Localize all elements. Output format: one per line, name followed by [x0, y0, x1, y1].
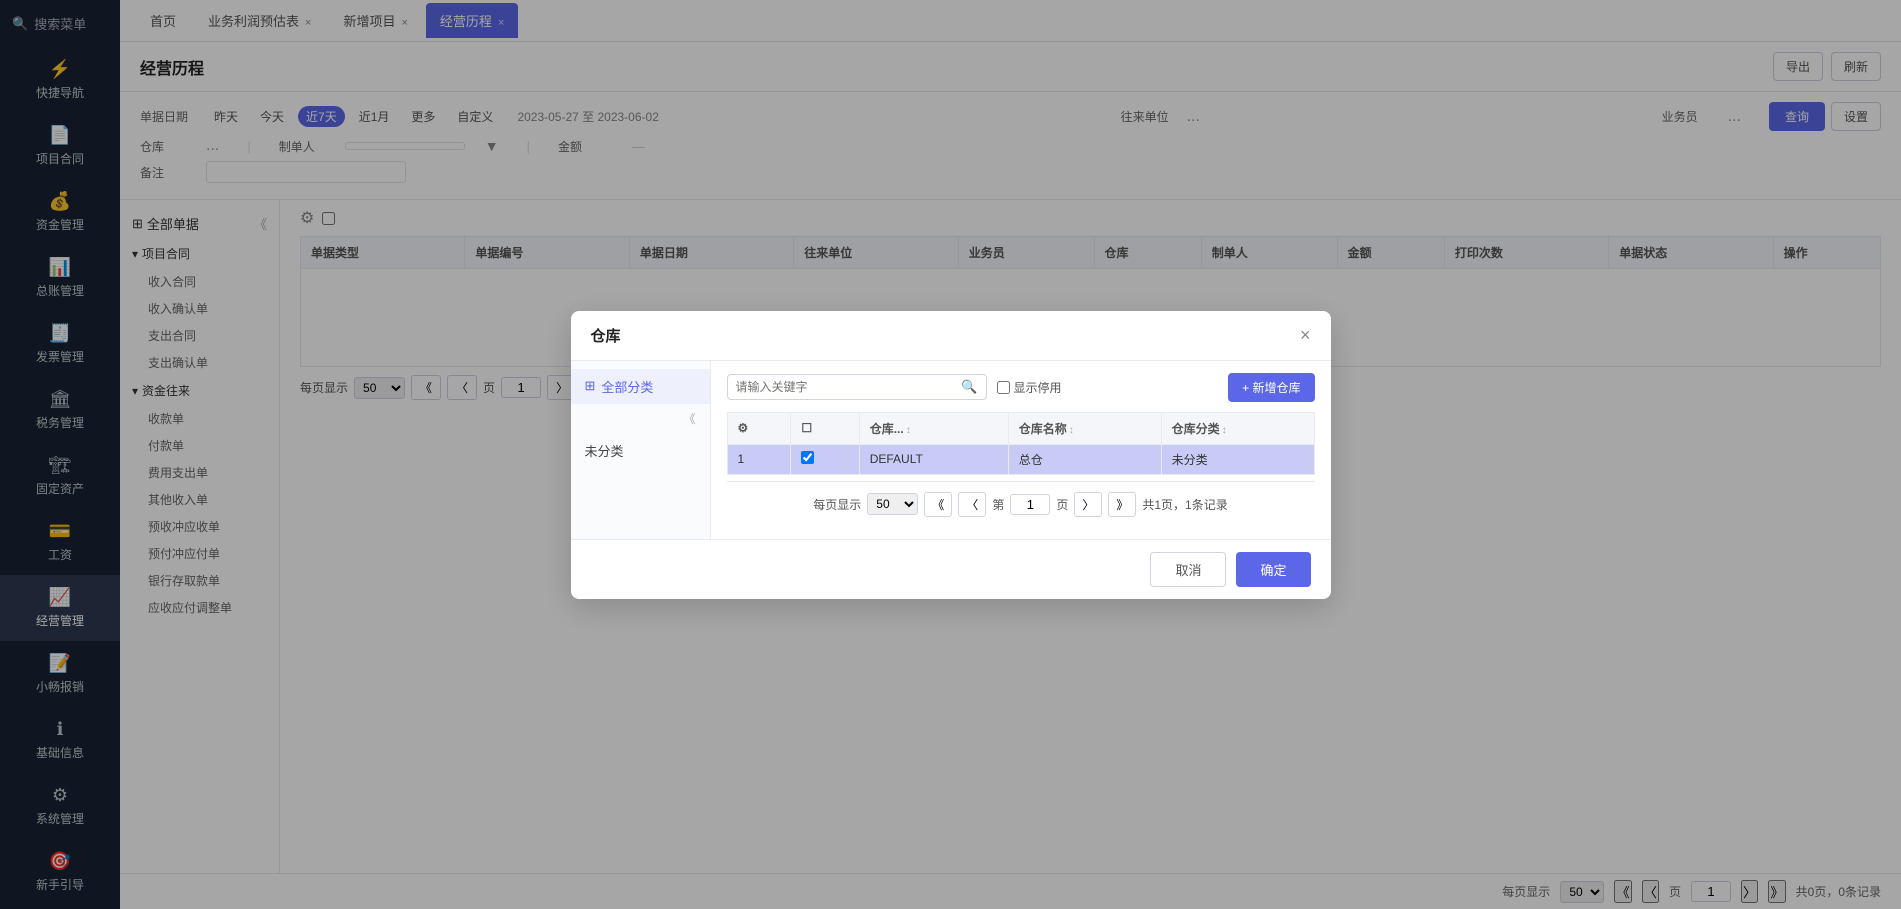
show-disabled-label: 显示停用 — [1014, 379, 1062, 396]
modal-table-row[interactable]: 1 DEFAULT 总仓 未分类 — [727, 444, 1314, 474]
modal-page-input[interactable] — [1010, 494, 1050, 515]
modal-pagination: 每页显示 50 100 《 〈 第 页 〉 》 共1页，1条记录 — [727, 481, 1315, 527]
modal-page-prefix: 第 — [992, 496, 1004, 513]
modal-left-collapse[interactable]: 《 — [571, 404, 710, 433]
modal-col-2: 仓库...↕ — [859, 412, 1008, 444]
modal-left-panel: ⊞ 全部分类 《 未分类 — [571, 361, 711, 539]
show-disabled-checkbox[interactable] — [997, 381, 1010, 394]
modal-unclassified-label: 未分类 — [585, 441, 624, 460]
row-checkbox-cell[interactable] — [791, 444, 859, 474]
modal-last-btn[interactable]: 》 — [1108, 492, 1136, 517]
row-category: 未分类 — [1161, 444, 1314, 474]
modal-search-input[interactable] — [736, 380, 962, 394]
modal-title: 仓库 — [591, 325, 621, 346]
modal-search-box: 🔍 — [727, 374, 987, 400]
modal-right-panel: 🔍 显示停用 + 新增仓库 ⚙☐仓库...↕仓库名称↕仓库分类↕ 1 — [711, 361, 1331, 539]
modal-close-button[interactable]: × — [1300, 325, 1311, 346]
modal-toolbar: 🔍 显示停用 + 新增仓库 — [727, 373, 1315, 402]
modal-overlay: 仓库 × ⊞ 全部分类 《 未分类 — [0, 0, 1901, 909]
row-name: 总仓 — [1008, 444, 1161, 474]
modal-unclassified[interactable]: 未分类 — [571, 433, 710, 468]
modal-search-icon: 🔍 — [961, 379, 977, 395]
modal-per-page-label: 每页显示 — [813, 496, 861, 513]
modal-all-label: 全部分类 — [601, 377, 653, 396]
modal-header: 仓库 × — [571, 311, 1331, 361]
modal-body: ⊞ 全部分类 《 未分类 🔍 — [571, 361, 1331, 539]
show-disabled-checkbox-label[interactable]: 显示停用 — [997, 379, 1062, 396]
row-num: 1 — [727, 444, 791, 474]
row-code: DEFAULT — [859, 444, 1008, 474]
row-checkbox[interactable] — [801, 451, 814, 464]
modal-all-category[interactable]: ⊞ 全部分类 — [571, 369, 710, 404]
modal-total-info: 共1页，1条记录 — [1142, 496, 1227, 513]
modal-col-3: 仓库名称↕ — [1008, 412, 1161, 444]
add-warehouse-button[interactable]: + 新增仓库 — [1228, 373, 1314, 402]
grid-icon-modal: ⊞ — [585, 378, 596, 394]
cancel-button[interactable]: 取消 — [1150, 552, 1226, 587]
confirm-button[interactable]: 确定 — [1236, 552, 1310, 587]
modal-table: ⚙☐仓库...↕仓库名称↕仓库分类↕ 1 DEFAULT 总仓 未分类 — [727, 412, 1315, 475]
modal-col-4: 仓库分类↕ — [1161, 412, 1314, 444]
modal-per-page-select[interactable]: 50 100 — [867, 493, 918, 515]
modal-footer: 取消 确定 — [571, 539, 1331, 599]
modal-page-suffix: 页 — [1056, 496, 1068, 513]
modal-next-btn[interactable]: 〉 — [1074, 492, 1102, 517]
modal-prev-btn[interactable]: 〈 — [958, 492, 986, 517]
modal-col-1[interactable]: ☐ — [791, 412, 859, 444]
warehouse-modal: 仓库 × ⊞ 全部分类 《 未分类 — [571, 311, 1331, 599]
modal-col-0[interactable]: ⚙ — [727, 412, 791, 444]
modal-first-btn[interactable]: 《 — [924, 492, 952, 517]
